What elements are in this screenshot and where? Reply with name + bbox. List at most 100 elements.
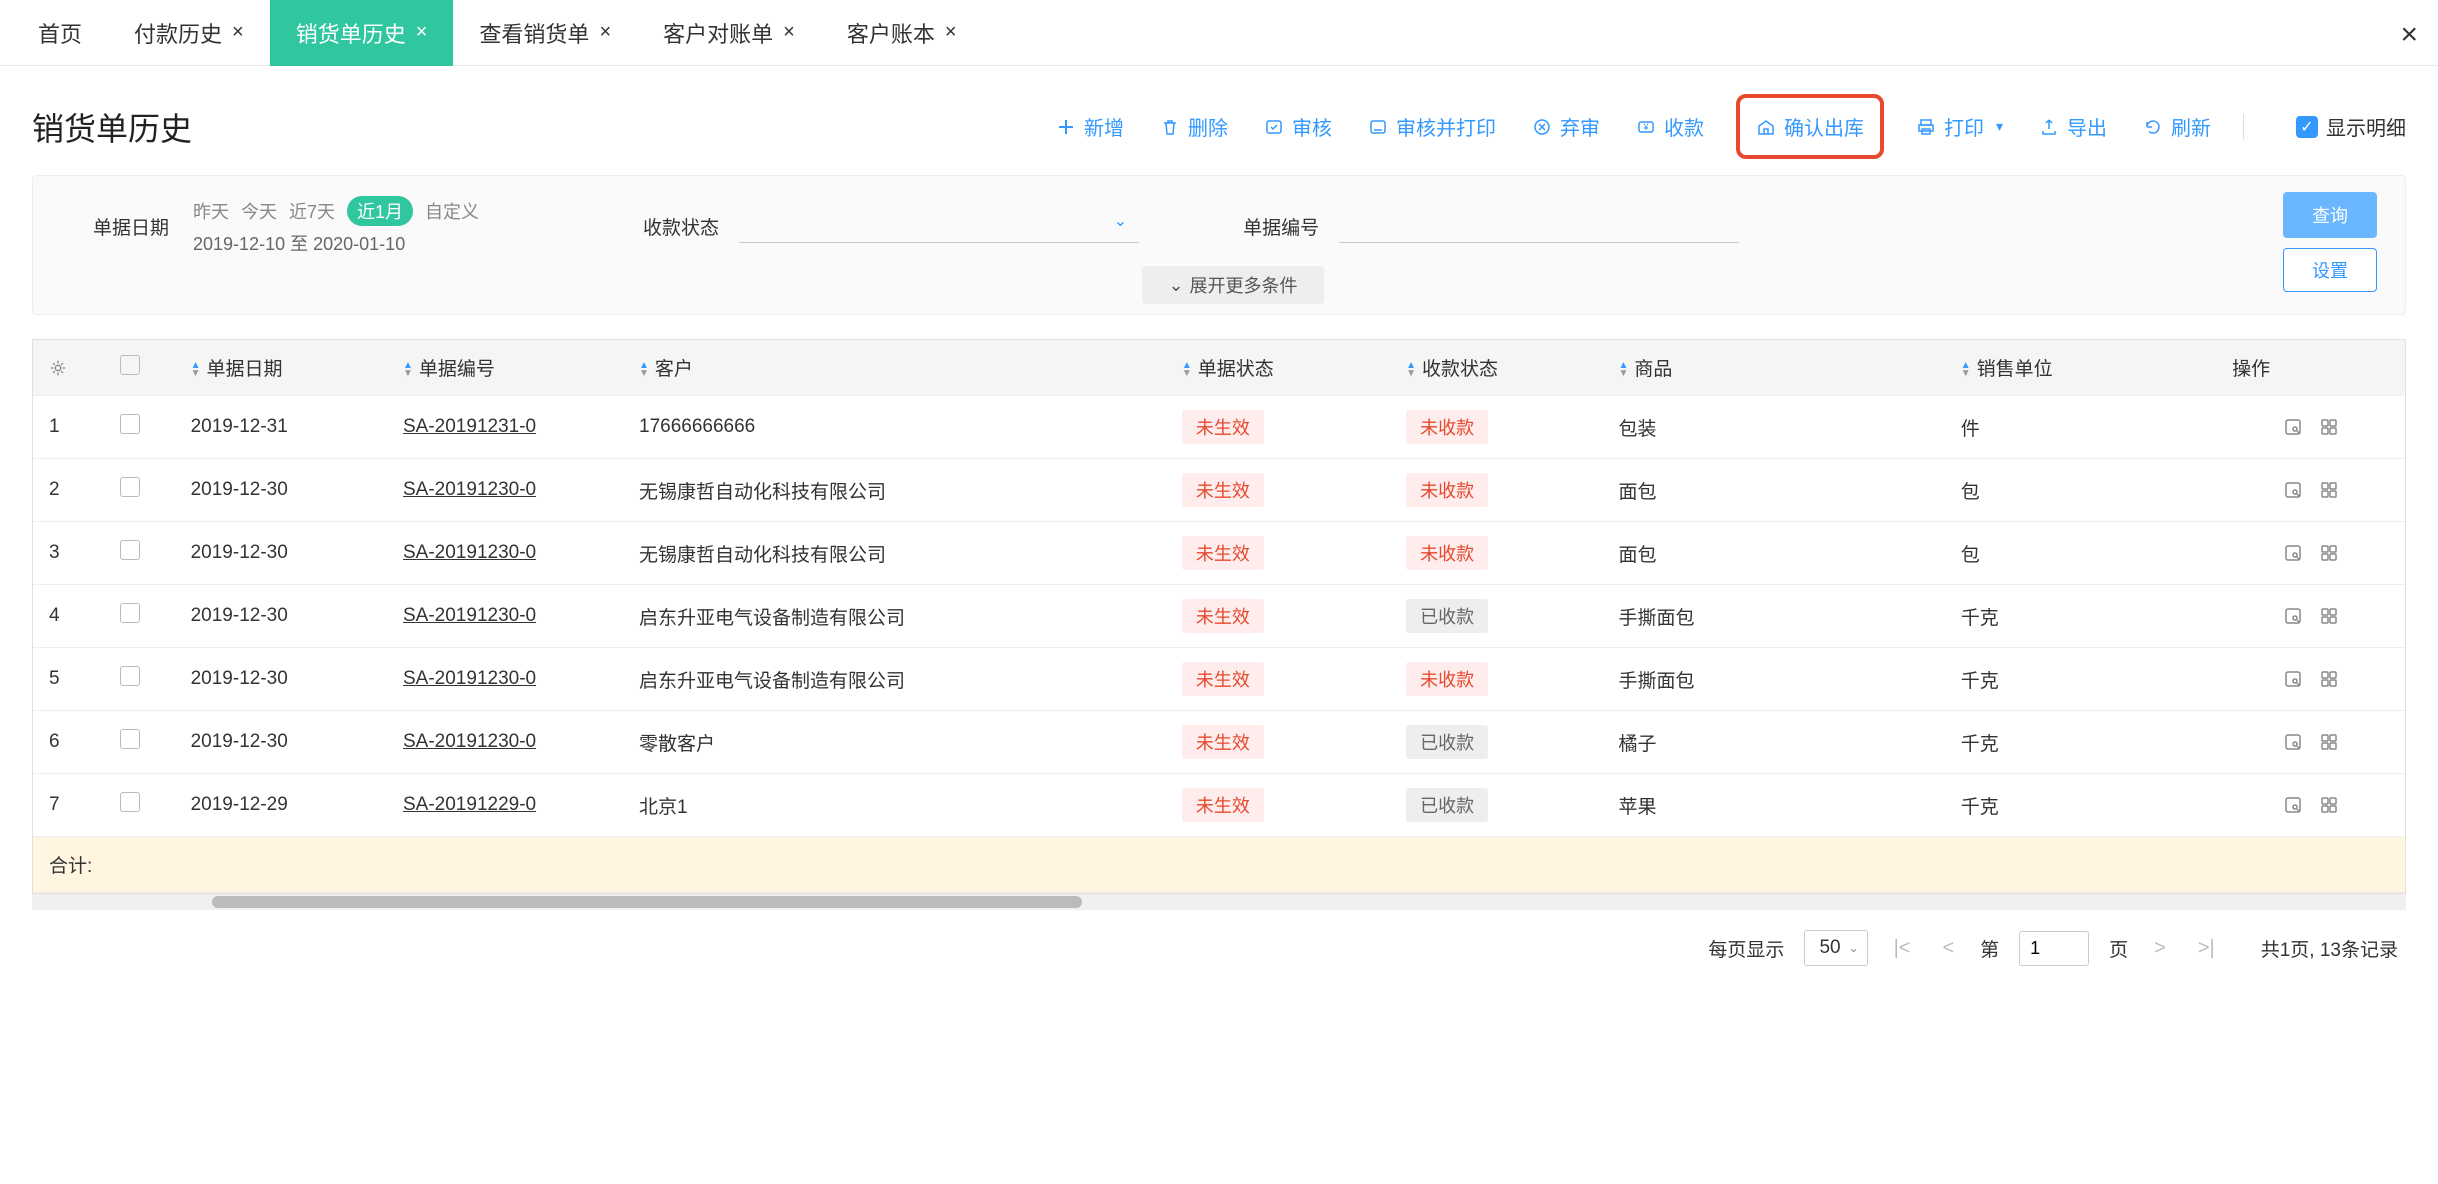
last-page-button[interactable]: >|: [2192, 937, 2221, 960]
more-icon[interactable]: [2319, 732, 2339, 752]
row-index: 7: [33, 774, 104, 837]
next-page-button[interactable]: >: [2148, 937, 2172, 960]
search-button[interactable]: 查询: [2283, 192, 2377, 238]
view-icon[interactable]: [2283, 669, 2303, 689]
row-date: 2019-12-30: [175, 459, 387, 522]
row-customer: 启东升亚电气设备制造有限公司: [623, 648, 1166, 711]
row-code[interactable]: SA-20191230-0: [387, 585, 623, 648]
view-icon[interactable]: [2283, 606, 2303, 626]
view-icon[interactable]: [2283, 480, 2303, 500]
row-actions: [2216, 396, 2405, 459]
page-number-input[interactable]: [2019, 931, 2089, 966]
row-unit: 千克: [1945, 774, 2216, 837]
view-icon[interactable]: [2283, 795, 2303, 815]
refresh-button[interactable]: 刷新: [2139, 104, 2215, 149]
tab-customer-recon[interactable]: 客户对账单×: [637, 0, 821, 66]
row-unit: 千克: [1945, 585, 2216, 648]
close-icon[interactable]: ×: [232, 21, 244, 44]
table-row: 12019-12-31SA-20191231-017666666666未生效未收…: [33, 396, 2405, 459]
row-code[interactable]: SA-20191230-0: [387, 459, 623, 522]
print-button[interactable]: 打印 ▾: [1912, 104, 2007, 149]
row-checkbox[interactable]: [104, 648, 175, 711]
more-icon[interactable]: [2319, 669, 2339, 689]
column-pay[interactable]: ▲▼收款状态: [1390, 340, 1602, 396]
date-7days[interactable]: 近7天: [289, 198, 335, 224]
row-code[interactable]: SA-20191231-0: [387, 396, 623, 459]
table-row: 72019-12-29SA-20191229-0北京1未生效已收款苹果千克: [33, 774, 2405, 837]
row-checkbox[interactable]: [104, 522, 175, 585]
row-index: 1: [33, 396, 104, 459]
close-icon[interactable]: ×: [599, 21, 611, 44]
svg-text:¥: ¥: [1642, 122, 1649, 132]
row-code[interactable]: SA-20191229-0: [387, 774, 623, 837]
more-icon[interactable]: [2319, 543, 2339, 563]
confirm-out-button[interactable]: 确认出库: [1736, 94, 1884, 159]
tab-payment-history[interactable]: 付款历史×: [108, 0, 270, 66]
column-code[interactable]: ▲▼单据编号: [387, 340, 623, 396]
expand-filters-button[interactable]: ⌄ 展开更多条件: [1142, 266, 1323, 304]
horizontal-scrollbar[interactable]: [32, 894, 2406, 910]
row-status: 未生效: [1166, 396, 1390, 459]
row-checkbox[interactable]: [104, 711, 175, 774]
filter-code-label: 单据编号: [1243, 213, 1319, 240]
column-config-button[interactable]: [33, 340, 104, 396]
tab-customer-ledger[interactable]: 客户账本×: [821, 0, 983, 66]
page-size-select[interactable]: 50⌄: [1804, 930, 1867, 966]
tab-view-sales[interactable]: 查看销货单×: [453, 0, 637, 66]
settings-button[interactable]: 设置: [2283, 248, 2377, 292]
more-icon[interactable]: [2319, 417, 2339, 437]
date-custom[interactable]: 自定义: [425, 198, 479, 224]
select-all-checkbox[interactable]: [104, 340, 175, 396]
row-actions: [2216, 585, 2405, 648]
view-icon[interactable]: [2283, 543, 2303, 563]
export-button[interactable]: 导出: [2035, 104, 2111, 149]
row-checkbox[interactable]: [104, 396, 175, 459]
row-status: 未生效: [1166, 711, 1390, 774]
more-icon[interactable]: [2319, 606, 2339, 626]
audit-button[interactable]: 审核: [1260, 104, 1336, 149]
view-icon[interactable]: [2283, 417, 2303, 437]
row-checkbox[interactable]: [104, 774, 175, 837]
column-status[interactable]: ▲▼单据状态: [1166, 340, 1390, 396]
collect-button[interactable]: ¥ 收款: [1632, 104, 1708, 149]
more-icon[interactable]: [2319, 795, 2339, 815]
row-code[interactable]: SA-20191230-0: [387, 648, 623, 711]
row-code[interactable]: SA-20191230-0: [387, 711, 623, 774]
tab-home[interactable]: 首页: [12, 0, 108, 66]
plus-icon: [1056, 117, 1076, 137]
date-1month[interactable]: 近1月: [347, 196, 413, 226]
checkbox-checked-icon: ✓: [2296, 116, 2318, 138]
unaudit-button[interactable]: 弃审: [1528, 104, 1604, 149]
add-button[interactable]: 新增: [1052, 104, 1128, 149]
close-icon[interactable]: ×: [783, 21, 795, 44]
row-checkbox[interactable]: [104, 585, 175, 648]
toolbar: 新增 删除 审核 审核并打印 弃审 ¥ 收款 确认出库 打印 ▾: [1052, 94, 2406, 159]
audit-print-button[interactable]: 审核并打印: [1364, 104, 1500, 149]
row-code[interactable]: SA-20191230-0: [387, 522, 623, 585]
double-chevron-down-icon: ⌄: [1168, 275, 1183, 296]
scrollbar-thumb[interactable]: [212, 896, 1082, 908]
first-page-button[interactable]: |<: [1888, 937, 1917, 960]
column-customer[interactable]: ▲▼客户: [623, 340, 1166, 396]
filter-code-input[interactable]: [1339, 209, 1739, 243]
delete-button[interactable]: 删除: [1156, 104, 1232, 149]
more-icon[interactable]: [2319, 480, 2339, 500]
close-icon[interactable]: ×: [416, 21, 428, 44]
close-icon[interactable]: ×: [945, 21, 957, 44]
row-unit: 包: [1945, 459, 2216, 522]
view-icon[interactable]: [2283, 732, 2303, 752]
table-row: 42019-12-30SA-20191230-0启东升亚电气设备制造有限公司未生…: [33, 585, 2405, 648]
column-date[interactable]: ▲▼单据日期: [175, 340, 387, 396]
tab-sales-history[interactable]: 销货单历史×: [270, 0, 454, 66]
row-index: 6: [33, 711, 104, 774]
table-row: 22019-12-30SA-20191230-0无锡康哲自动化科技有限公司未生效…: [33, 459, 2405, 522]
filter-paystatus-select[interactable]: [739, 209, 1139, 243]
date-today[interactable]: 今天: [241, 198, 277, 224]
row-checkbox[interactable]: [104, 459, 175, 522]
column-goods[interactable]: ▲▼商品: [1602, 340, 1944, 396]
date-yesterday[interactable]: 昨天: [193, 198, 229, 224]
show-detail-toggle[interactable]: ✓ 显示明细: [2296, 112, 2406, 141]
close-all-icon[interactable]: ×: [2400, 18, 2418, 52]
column-unit[interactable]: ▲▼销售单位: [1945, 340, 2216, 396]
prev-page-button[interactable]: <: [1936, 937, 1960, 960]
